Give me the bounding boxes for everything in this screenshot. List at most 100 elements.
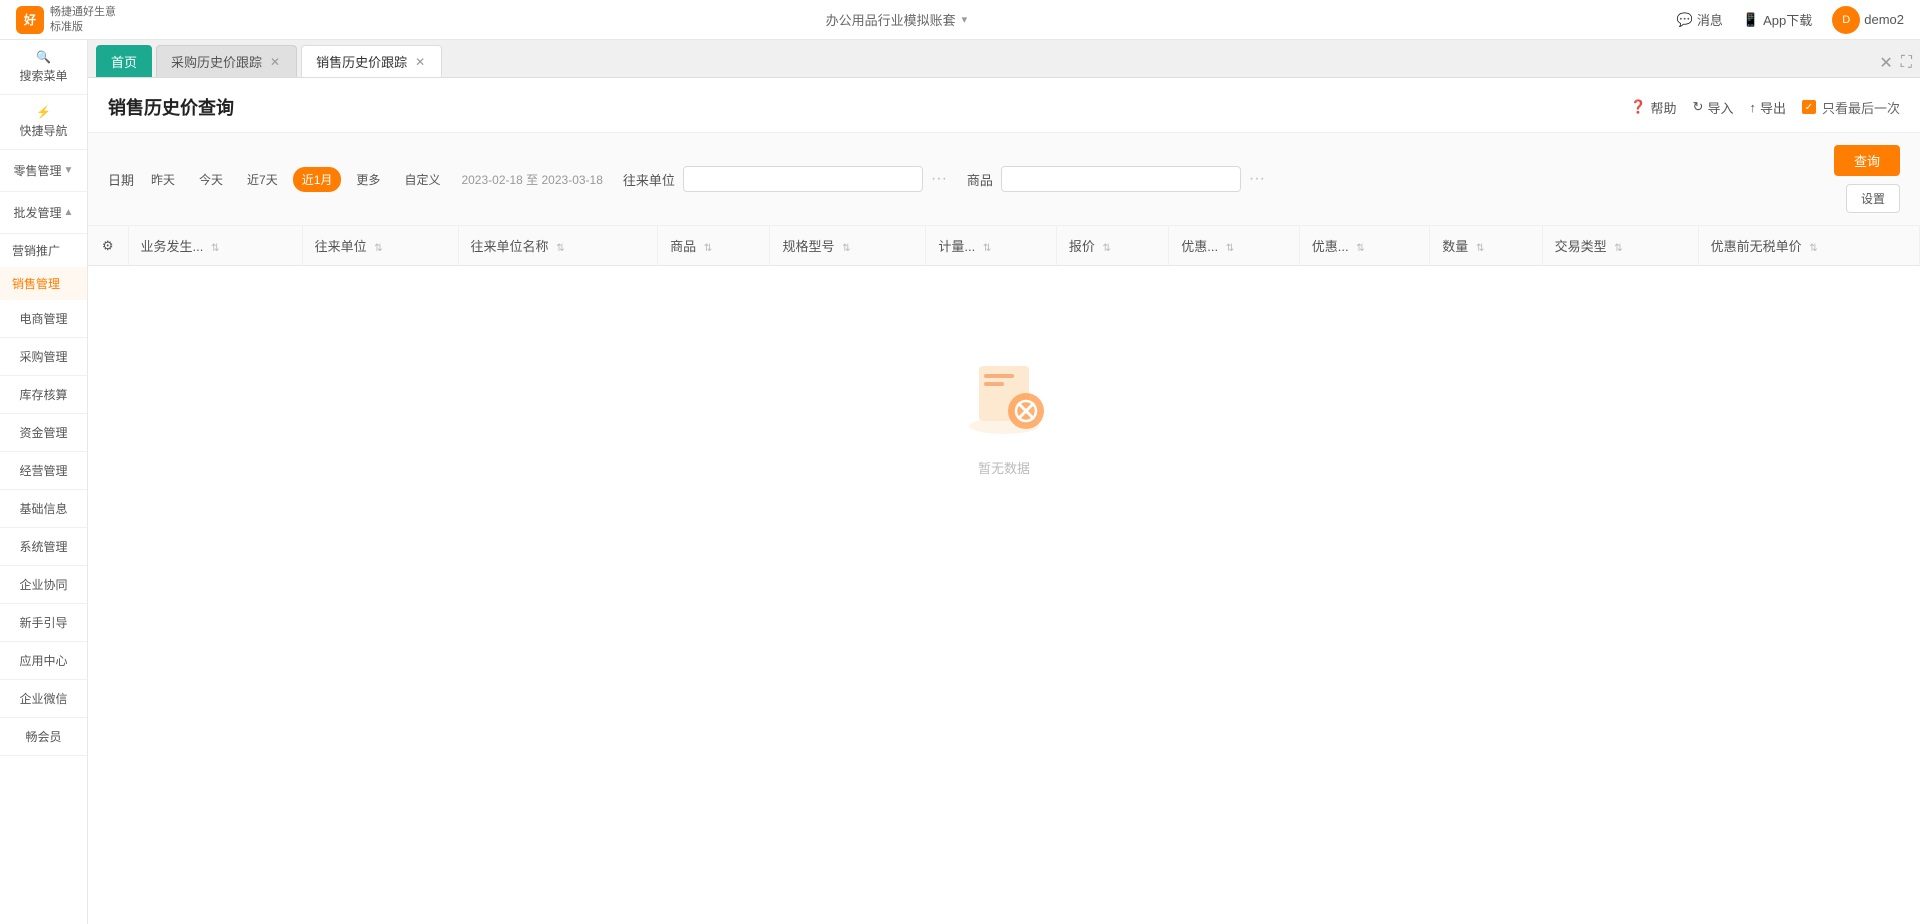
sidebar-item-sales-mgmt[interactable]: 销售管理 bbox=[0, 267, 87, 300]
date-pill-today[interactable]: 今天 bbox=[190, 167, 232, 192]
tab-home[interactable]: 首页 bbox=[96, 45, 152, 77]
sort-icon-trade-type: ⇅ bbox=[1614, 243, 1622, 254]
tab-sales-history-label: 销售历史价跟踪 bbox=[316, 52, 407, 71]
sidebar-item-wechat[interactable]: 企业微信 bbox=[0, 680, 87, 718]
sidebar-item-finance-mgmt[interactable]: 资金管理 bbox=[0, 414, 87, 452]
goods-dots[interactable]: ··· bbox=[1249, 170, 1265, 188]
sidebar-item-quick-nav[interactable]: ⚡ 快捷导航 bbox=[0, 95, 87, 150]
tab-sales-history[interactable]: 销售历史价跟踪 ✕ bbox=[301, 45, 442, 77]
empty-state: 暂无数据 bbox=[88, 266, 1920, 557]
sidebar-item-app-center[interactable]: 应用中心 bbox=[0, 642, 87, 680]
sort-icon-unit: ⇅ bbox=[983, 243, 991, 254]
sort-icon-discount1: ⇅ bbox=[1226, 243, 1234, 254]
only-last-checkbox[interactable]: ✓ bbox=[1802, 100, 1816, 114]
logo-icon: 好 bbox=[16, 6, 44, 34]
user-area[interactable]: D demo2 bbox=[1832, 6, 1904, 34]
sidebar-item-sys-mgmt[interactable]: 系统管理 bbox=[0, 528, 87, 566]
empty-icon bbox=[954, 346, 1054, 446]
sidebar-item-retail-mgmt[interactable]: 零售管理 ▼ bbox=[0, 150, 87, 192]
app-download-btn[interactable]: 📱 App下载 bbox=[1743, 10, 1812, 29]
date-filter-group: 日期 昨天 今天 近7天 近1月 更多 自定义 2023-02-18 至 202… bbox=[108, 167, 603, 192]
top-bar-center: 办公用品行业模拟账套 ▾ bbox=[826, 10, 968, 29]
date-label: 日期 bbox=[108, 170, 134, 189]
message-btn[interactable]: 💬 消息 bbox=[1677, 10, 1723, 29]
goods-input[interactable] bbox=[1001, 166, 1241, 192]
app-title-text: 办公用品行业模拟账套 bbox=[826, 10, 956, 29]
sidebar-item-enterprise[interactable]: 企业协同 bbox=[0, 566, 87, 604]
th-partner-name[interactable]: 往来单位名称 ⇅ bbox=[458, 226, 658, 266]
goods-filter-group: 商品 ··· bbox=[967, 166, 1265, 192]
sort-icon-spec: ⇅ bbox=[842, 243, 850, 254]
th-unit[interactable]: 计量... ⇅ bbox=[926, 226, 1057, 266]
date-pill-more[interactable]: 更多 bbox=[347, 167, 389, 192]
content-area: 首页 采购历史价跟踪 ✕ 销售历史价跟踪 ✕ ✕ ⛶ 销售历史价查询 bbox=[88, 40, 1920, 924]
th-qty[interactable]: 数量 ⇅ bbox=[1430, 226, 1542, 266]
th-pretax-price[interactable]: 优惠前无税单价 ⇅ bbox=[1698, 226, 1919, 266]
sort-icon-discount2: ⇅ bbox=[1356, 243, 1364, 254]
setting-button[interactable]: 设置 bbox=[1846, 184, 1900, 213]
top-bar: 好 畅捷通好生意 标准版 办公用品行业模拟账套 ▾ 💬 消息 📱 App下载 D… bbox=[0, 0, 1920, 40]
sort-icon-goods: ⇅ bbox=[704, 243, 712, 254]
page-content: 销售历史价查询 ❓ 帮助 ↻ 导入 ↑ 导出 ✓ bbox=[88, 78, 1920, 924]
sidebar-item-newbie[interactable]: 新手引导 bbox=[0, 604, 87, 642]
import-btn[interactable]: ↻ 导入 bbox=[1693, 98, 1734, 117]
th-gear[interactable]: ⚙ bbox=[88, 226, 128, 266]
only-last-checkbox-area[interactable]: ✓ 只看最后一次 bbox=[1802, 98, 1900, 117]
search-menu-icon: 🔍 bbox=[36, 50, 51, 64]
sidebar-item-ops-mgmt[interactable]: 经营管理 bbox=[0, 452, 87, 490]
th-trade-type[interactable]: 交易类型 ⇅ bbox=[1542, 226, 1698, 266]
partner-input[interactable] bbox=[683, 166, 923, 192]
table-area: ⚙ 业务发生... ⇅ 往来单位 ⇅ 往来单位名称 bbox=[88, 226, 1920, 924]
goods-label: 商品 bbox=[967, 170, 993, 189]
export-icon: ↑ bbox=[1749, 100, 1756, 115]
partner-filter-group: 往来单位 ··· bbox=[623, 166, 947, 192]
sidebar-item-ecomm-mgmt[interactable]: 电商管理 bbox=[0, 300, 87, 338]
help-btn[interactable]: ❓ 帮助 bbox=[1630, 98, 1676, 117]
tab-bar: 首页 采购历史价跟踪 ✕ 销售历史价跟踪 ✕ ✕ ⛶ bbox=[88, 40, 1920, 78]
partner-dots[interactable]: ··· bbox=[931, 170, 947, 188]
tab-sales-history-close[interactable]: ✕ bbox=[413, 55, 427, 69]
top-bar-right: 💬 消息 📱 App下载 D demo2 bbox=[1677, 6, 1904, 34]
sidebar-item-basic-info[interactable]: 基础信息 bbox=[0, 490, 87, 528]
table-header: ⚙ 业务发生... ⇅ 往来单位 ⇅ 往来单位名称 bbox=[88, 226, 1920, 266]
filter-right-btns: 查询 设置 bbox=[1834, 145, 1900, 213]
top-bar-left: 好 畅捷通好生意 标准版 bbox=[16, 5, 116, 34]
logo-area: 好 畅捷通好生意 标准版 bbox=[16, 5, 116, 34]
tab-purchase-history[interactable]: 采购历史价跟踪 ✕ bbox=[156, 45, 297, 77]
date-pill-custom[interactable]: 自定义 bbox=[395, 167, 449, 192]
logo-text: 畅捷通好生意 标准版 bbox=[50, 5, 116, 34]
th-discount2[interactable]: 优惠... ⇅ bbox=[1299, 226, 1430, 266]
sidebar-item-wholesale-mgmt[interactable]: 批发管理 ▲ bbox=[0, 192, 87, 234]
th-discount1[interactable]: 优惠... ⇅ bbox=[1169, 226, 1300, 266]
sidebar-item-marketing[interactable]: 营销推广 bbox=[0, 234, 87, 267]
page-header-actions: ❓ 帮助 ↻ 导入 ↑ 导出 ✓ 只看最后一次 bbox=[1630, 98, 1900, 117]
empty-text: 暂无数据 bbox=[978, 458, 1030, 477]
retail-mgmt-arrow: ▼ bbox=[64, 165, 74, 176]
date-pills: 昨天 今天 近7天 近1月 更多 自定义 bbox=[142, 167, 449, 192]
tab-actions: ✕ ⛶ bbox=[1879, 53, 1912, 77]
th-spec[interactable]: 规格型号 ⇅ bbox=[770, 226, 926, 266]
app-title-dropdown[interactable]: ▾ bbox=[962, 13, 968, 26]
tab-purchase-history-close[interactable]: ✕ bbox=[268, 55, 282, 69]
date-pill-yesterday[interactable]: 昨天 bbox=[142, 167, 184, 192]
date-range-text: 2023-02-18 至 2023-03-18 bbox=[461, 171, 602, 188]
th-partner-code[interactable]: 往来单位 ⇅ bbox=[302, 226, 458, 266]
date-pill-7days[interactable]: 近7天 bbox=[238, 167, 287, 192]
th-goods[interactable]: 商品 ⇅ bbox=[658, 226, 770, 266]
filter-bar: 日期 昨天 今天 近7天 近1月 更多 自定义 2023-02-18 至 202… bbox=[88, 133, 1920, 226]
gear-icon: ⚙ bbox=[102, 238, 114, 253]
sidebar-item-inventory[interactable]: 库存核算 bbox=[0, 376, 87, 414]
tab-expand-btn[interactable]: ⛶ bbox=[1901, 54, 1912, 72]
only-last-label: 只看最后一次 bbox=[1822, 98, 1900, 117]
sidebar-item-purchase-mgmt[interactable]: 采购管理 bbox=[0, 338, 87, 376]
message-icon: 💬 bbox=[1677, 12, 1693, 28]
sidebar-item-search-menu[interactable]: 🔍 搜索菜单 bbox=[0, 40, 87, 95]
date-pill-1month[interactable]: 近1月 bbox=[293, 167, 342, 192]
tab-close-btn[interactable]: ✕ bbox=[1879, 53, 1892, 73]
export-btn[interactable]: ↑ 导出 bbox=[1749, 98, 1786, 117]
table-header-row: ⚙ 业务发生... ⇅ 往来单位 ⇅ 往来单位名称 bbox=[88, 226, 1920, 266]
th-biz-date[interactable]: 业务发生... ⇅ bbox=[128, 226, 302, 266]
sidebar-item-vip[interactable]: 畅会员 bbox=[0, 718, 87, 756]
query-button[interactable]: 查询 bbox=[1834, 145, 1900, 176]
th-quote[interactable]: 报价 ⇅ bbox=[1056, 226, 1168, 266]
